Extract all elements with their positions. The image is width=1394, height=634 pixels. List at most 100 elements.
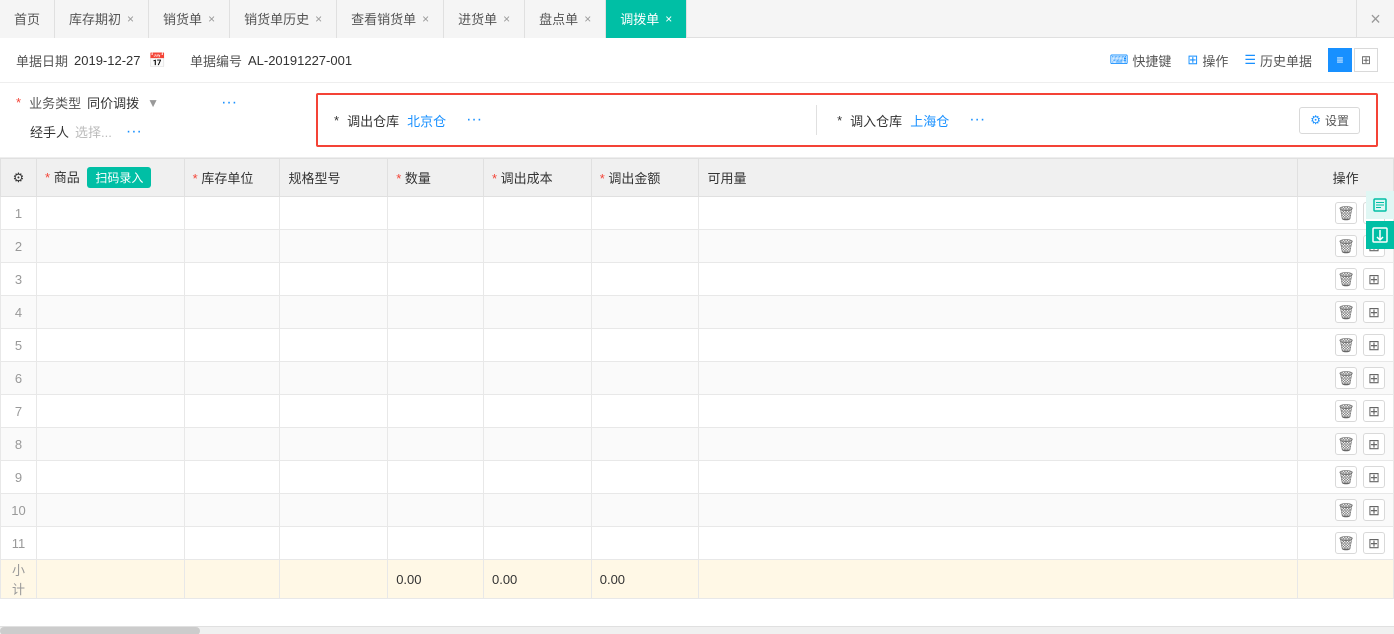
row-unit-4[interactable] xyxy=(184,296,280,329)
row-amount-11[interactable] xyxy=(591,527,699,560)
row-qty-10[interactable] xyxy=(388,494,484,527)
copy-row-btn-4[interactable]: ⊞ xyxy=(1363,301,1385,323)
horizontal-scrollbar[interactable] xyxy=(0,626,1394,634)
row-available-5[interactable] xyxy=(699,329,1298,362)
row-product-7[interactable] xyxy=(37,395,185,428)
delete-row-btn-1[interactable]: 🗑 xyxy=(1335,202,1357,224)
row-available-1[interactable] xyxy=(699,197,1298,230)
tab-close-sales-history[interactable]: × xyxy=(315,12,322,26)
row-cost-9[interactable] xyxy=(483,461,591,494)
row-cost-11[interactable] xyxy=(483,527,591,560)
delete-row-btn-7[interactable]: 🗑 xyxy=(1335,400,1357,422)
row-spec-3[interactable] xyxy=(280,263,388,296)
row-qty-1[interactable] xyxy=(388,197,484,230)
row-available-7[interactable] xyxy=(699,395,1298,428)
row-qty-6[interactable] xyxy=(388,362,484,395)
shortcut-action[interactable]: ⌨ 快捷键 xyxy=(1110,51,1172,70)
layout-btn-list[interactable]: ≡ xyxy=(1328,48,1352,72)
more-options-icon[interactable]: ··· xyxy=(221,94,237,112)
delete-row-btn-10[interactable]: 🗑 xyxy=(1335,499,1357,521)
handler-more-icon[interactable]: ··· xyxy=(126,123,142,141)
row-qty-3[interactable] xyxy=(388,263,484,296)
row-available-10[interactable] xyxy=(699,494,1298,527)
row-qty-8[interactable] xyxy=(388,428,484,461)
row-cost-7[interactable] xyxy=(483,395,591,428)
business-type-select[interactable]: 同价调拨 ▼ xyxy=(87,93,207,112)
scan-entry-button[interactable]: 扫码录入 xyxy=(87,167,151,188)
row-unit-7[interactable] xyxy=(184,395,280,428)
row-product-1[interactable] xyxy=(37,197,185,230)
row-cost-10[interactable] xyxy=(483,494,591,527)
row-product-3[interactable] xyxy=(37,263,185,296)
row-cost-2[interactable] xyxy=(483,230,591,263)
row-spec-10[interactable] xyxy=(280,494,388,527)
tab-close-purchase-order[interactable]: × xyxy=(503,12,510,26)
tab-view-sales[interactable]: 查看销货单 × xyxy=(337,0,444,38)
tab-close-transfer[interactable]: × xyxy=(665,12,672,26)
calendar-icon[interactable]: 📅 xyxy=(149,52,166,69)
tab-inventory-check[interactable]: 盘点单 × xyxy=(525,0,606,38)
delete-row-btn-9[interactable]: 🗑 xyxy=(1335,466,1357,488)
row-qty-9[interactable] xyxy=(388,461,484,494)
row-qty-7[interactable] xyxy=(388,395,484,428)
warehouse-in-value[interactable]: 上海仓 xyxy=(910,111,949,130)
delete-row-btn-2[interactable]: 🗑 xyxy=(1335,235,1357,257)
tab-home[interactable]: 首页 xyxy=(0,0,55,38)
row-amount-9[interactable] xyxy=(591,461,699,494)
row-amount-2[interactable] xyxy=(591,230,699,263)
tab-close-view-sales[interactable]: × xyxy=(422,12,429,26)
row-available-2[interactable] xyxy=(699,230,1298,263)
warehouse-out-more-icon[interactable]: ··· xyxy=(466,111,482,129)
row-qty-4[interactable] xyxy=(388,296,484,329)
row-unit-6[interactable] xyxy=(184,362,280,395)
copy-row-btn[interactable]: ⊞ xyxy=(1363,532,1385,554)
warehouse-out-value[interactable]: 北京仓 xyxy=(407,111,446,130)
row-spec-2[interactable] xyxy=(280,230,388,263)
warehouse-in-more-icon[interactable]: ··· xyxy=(969,111,985,129)
row-unit-11[interactable] xyxy=(184,527,280,560)
row-cost-1[interactable] xyxy=(483,197,591,230)
delete-row-btn[interactable]: 🗑 xyxy=(1335,532,1357,554)
copy-row-btn-10[interactable]: ⊞ xyxy=(1363,499,1385,521)
tab-inventory-init[interactable]: 库存期初 × xyxy=(55,0,149,38)
operations-action[interactable]: ⊞ 操作 xyxy=(1187,51,1228,70)
row-cost-3[interactable] xyxy=(483,263,591,296)
tab-transfer[interactable]: 调拨单 × xyxy=(606,0,687,38)
row-available-9[interactable] xyxy=(699,461,1298,494)
row-spec-6[interactable] xyxy=(280,362,388,395)
right-panel-notes-btn[interactable] xyxy=(1366,191,1394,219)
col-settings[interactable]: ⚙ xyxy=(1,159,37,197)
row-product-9[interactable] xyxy=(37,461,185,494)
row-spec-1[interactable] xyxy=(280,197,388,230)
row-unit-10[interactable] xyxy=(184,494,280,527)
delete-row-btn-3[interactable]: 🗑 xyxy=(1335,268,1357,290)
row-available-3[interactable] xyxy=(699,263,1298,296)
row-qty-5[interactable] xyxy=(388,329,484,362)
layout-btn-grid[interactable]: ⊞ xyxy=(1354,48,1378,72)
right-panel-export-btn[interactable] xyxy=(1366,221,1394,249)
row-spec-5[interactable] xyxy=(280,329,388,362)
row-product-5[interactable] xyxy=(37,329,185,362)
row-product-11[interactable] xyxy=(37,527,185,560)
delete-row-btn-5[interactable]: 🗑 xyxy=(1335,334,1357,356)
row-unit-2[interactable] xyxy=(184,230,280,263)
tab-sales-history[interactable]: 销货单历史 × xyxy=(230,0,337,38)
row-product-6[interactable] xyxy=(37,362,185,395)
row-amount-10[interactable] xyxy=(591,494,699,527)
row-amount-6[interactable] xyxy=(591,362,699,395)
window-close-button[interactable]: × xyxy=(1356,0,1394,38)
row-available-11[interactable] xyxy=(699,527,1298,560)
tab-purchase-order[interactable]: 进货单 × xyxy=(444,0,525,38)
row-spec-4[interactable] xyxy=(280,296,388,329)
row-unit-3[interactable] xyxy=(184,263,280,296)
delete-row-btn-4[interactable]: 🗑 xyxy=(1335,301,1357,323)
tab-close-sales-order[interactable]: × xyxy=(208,12,215,26)
row-product-10[interactable] xyxy=(37,494,185,527)
row-cost-6[interactable] xyxy=(483,362,591,395)
copy-row-btn-6[interactable]: ⊞ xyxy=(1363,367,1385,389)
copy-row-btn-9[interactable]: ⊞ xyxy=(1363,466,1385,488)
copy-row-btn-3[interactable]: ⊞ xyxy=(1363,268,1385,290)
row-spec-11[interactable] xyxy=(280,527,388,560)
row-qty-2[interactable] xyxy=(388,230,484,263)
row-unit-9[interactable] xyxy=(184,461,280,494)
